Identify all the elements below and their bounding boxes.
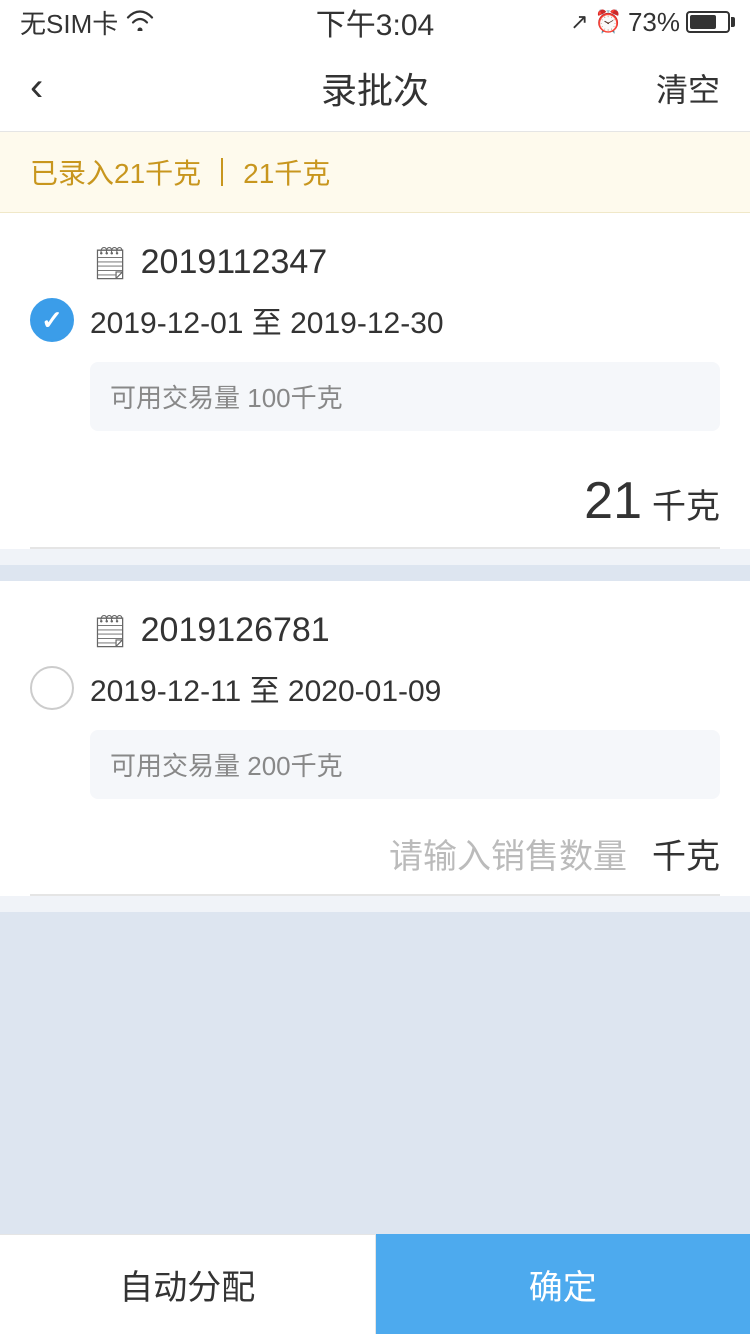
status-bar-time: 下午3:04: [316, 0, 434, 44]
batch-date-2: 2019-12-11 至 2020-01-09: [90, 666, 441, 710]
alarm-icon: ⏰: [595, 9, 622, 35]
batch-id-row-1: 🗒 2019112347: [30, 243, 720, 282]
battery-icon: [686, 11, 730, 33]
page-title: 录批次: [321, 62, 429, 114]
status-bar-left: 无SIM卡: [20, 4, 154, 41]
bottom-bar: 自动分配 确定: [0, 1234, 750, 1334]
radio-button-1[interactable]: [30, 298, 74, 342]
quantity-row-1: 21 千克: [0, 451, 750, 531]
quantity-unit-label-2: 千克: [652, 829, 720, 878]
quantity-input-2[interactable]: [30, 838, 642, 877]
info-banner: 已录入21千克 21千克: [0, 132, 750, 213]
batch-available-1: 可用交易量 100千克: [110, 383, 343, 413]
batch-date-1: 2019-12-01 至 2019-12-30: [90, 298, 444, 342]
radio-button-2[interactable]: [30, 666, 74, 710]
divider-2: [30, 894, 720, 896]
location-icon: ↗: [570, 9, 588, 35]
signal-text: 无SIM卡: [20, 4, 118, 41]
auto-distribute-button[interactable]: 自动分配: [0, 1234, 376, 1334]
nav-bar: ‹ 录批次 清空: [0, 44, 750, 132]
batch-available-box-1: 可用交易量 100千克: [90, 362, 720, 431]
battery-text: 73%: [628, 7, 680, 38]
total-amount: 21千克: [243, 152, 330, 192]
batch-card-2: 🗒 2019126781 2019-12-11 至 2020-01-09 可用交…: [0, 581, 750, 896]
wifi-icon: [126, 7, 154, 38]
banner-divider: [221, 158, 223, 186]
confirm-button[interactable]: 确定: [376, 1234, 750, 1334]
section-separator-1: [0, 565, 750, 581]
batch-date-row-2[interactable]: 2019-12-11 至 2020-01-09: [30, 666, 720, 710]
status-bar-right: ↗ ⏰ 73%: [570, 7, 730, 38]
batch-id-row-2: 🗒 2019126781: [30, 611, 720, 650]
divider-1: [30, 547, 720, 549]
batch-id-2: 2019126781: [141, 611, 330, 650]
batch-available-box-2: 可用交易量 200千克: [90, 730, 720, 799]
batch-doc-icon-1: 🗒: [90, 244, 131, 282]
status-bar: 无SIM卡 下午3:04 ↗ ⏰ 73%: [0, 0, 750, 44]
back-button[interactable]: ‹: [30, 65, 43, 110]
batch-card-1: 🗒 2019112347 2019-12-01 至 2019-12-30 可用交…: [0, 213, 750, 549]
quantity-value-1: 21: [584, 471, 642, 531]
quantity-input-row-2[interactable]: 千克: [0, 819, 750, 878]
quantity-unit-1: 千克: [652, 479, 720, 528]
batch-doc-icon-2: 🗒: [90, 612, 131, 650]
recorded-amount: 已录入21千克: [30, 152, 201, 192]
clear-button[interactable]: 清空: [656, 65, 720, 111]
batch-date-row-1[interactable]: 2019-12-01 至 2019-12-30: [30, 298, 720, 342]
batch-id-1: 2019112347: [141, 243, 328, 282]
batch-available-2: 可用交易量 200千克: [110, 751, 343, 781]
